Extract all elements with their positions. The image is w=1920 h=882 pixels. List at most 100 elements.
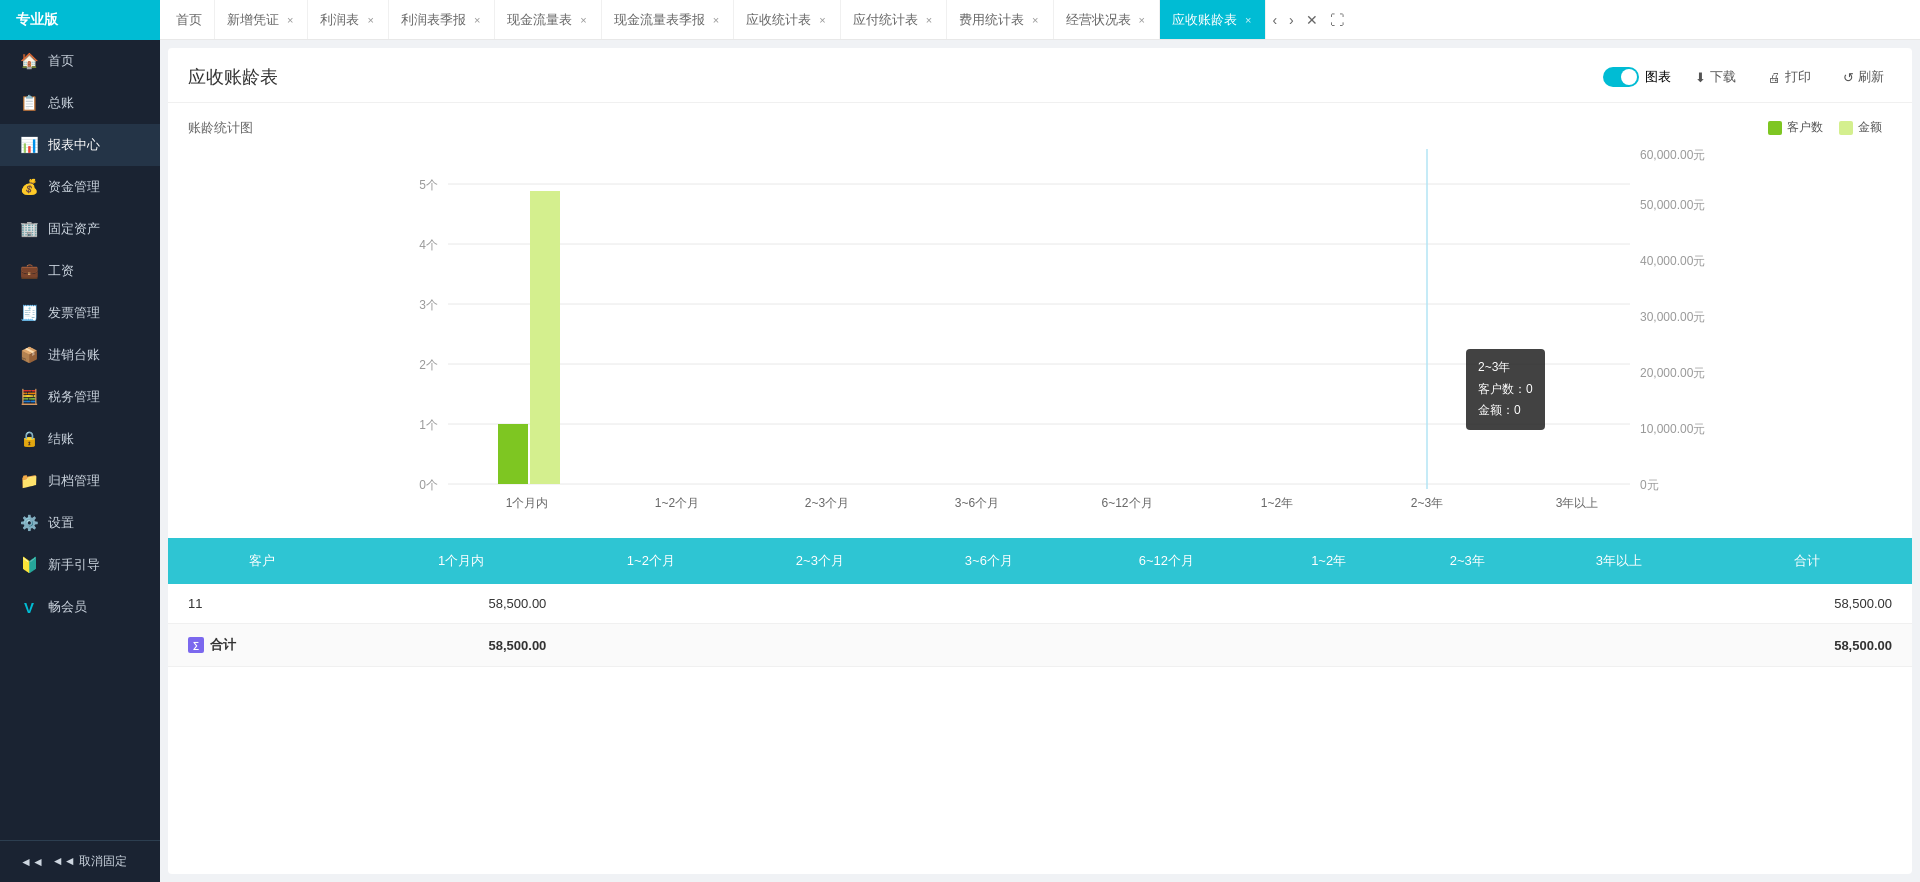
sidebar-item-ledger[interactable]: 📋 总账	[0, 82, 160, 124]
sidebar: 专业版 🏠 首页 📋 总账 📊 报表中心 💰 资金管理 🏢 固定资产 💼 工资 …	[0, 0, 160, 882]
sidebar-item-member[interactable]: V 畅会员	[0, 586, 160, 628]
tab-cashflow-quarter[interactable]: 现金流量表季报 ×	[602, 0, 734, 40]
sidebar-item-close[interactable]: 🔒 结账	[0, 418, 160, 460]
tab-receivable-stat[interactable]: 应收统计表 ×	[734, 0, 840, 40]
tab-aging-close[interactable]: ×	[1243, 13, 1253, 27]
total-2-3m	[735, 624, 904, 667]
unpin-sidebar-button[interactable]: ◄◄ ◄◄ 取消固定	[0, 840, 160, 882]
refresh-button[interactable]: ↺ 刷新	[1835, 64, 1892, 90]
total-1m: 58,500.00	[356, 624, 567, 667]
chart-title: 账龄统计图	[188, 119, 1892, 137]
settings-icon: ⚙️	[20, 514, 38, 532]
tab-business-stat[interactable]: 经营状况表 ×	[1054, 0, 1160, 40]
tab-payable-stat-close[interactable]: ×	[924, 13, 934, 27]
chart-container[interactable]: 0个 1个 2个 3个 4个 5个 0元 10,000.00元 20,000.0…	[188, 149, 1892, 522]
sidebar-item-purchase[interactable]: 📦 进销台账	[0, 334, 160, 376]
tab-maximize[interactable]: ⛶	[1324, 0, 1350, 40]
sidebar-label-invoice: 发票管理	[48, 304, 100, 322]
sidebar-item-tax[interactable]: 🧮 税务管理	[0, 376, 160, 418]
content-area: 应收账龄表 图表 ⬇ 下载 🖨 打印 ↺ 刷新	[168, 48, 1912, 874]
col-header-1-2y: 1~2年	[1259, 538, 1398, 584]
chart-toggle[interactable]	[1603, 67, 1639, 87]
tab-profit-quarter-close[interactable]: ×	[472, 13, 482, 27]
tab-cashflow-close[interactable]: ×	[578, 13, 588, 27]
svg-text:40,000.00元: 40,000.00元	[1640, 254, 1705, 268]
svg-text:3~6个月: 3~6个月	[955, 496, 999, 510]
sidebar-label-funds: 资金管理	[48, 178, 100, 196]
unpin-icon: ◄◄	[20, 855, 44, 869]
tab-profit-quarter[interactable]: 利润表季报 ×	[389, 0, 495, 40]
svg-text:2个: 2个	[419, 358, 438, 372]
total-label: ∑ 合计	[188, 636, 344, 654]
legend-amount-dot	[1839, 121, 1853, 135]
tab-close-all[interactable]: ✕	[1300, 0, 1324, 40]
total-3y-plus	[1536, 624, 1701, 667]
tab-expense-stat[interactable]: 费用统计表 ×	[947, 0, 1053, 40]
unpin-label: ◄◄ 取消固定	[52, 853, 127, 870]
col-header-1-2m: 1~2个月	[566, 538, 735, 584]
sidebar-item-invoice[interactable]: 🧾 发票管理	[0, 292, 160, 334]
sidebar-item-home[interactable]: 🏠 首页	[0, 40, 160, 82]
funds-icon: 💰	[20, 178, 38, 196]
tab-voucher[interactable]: 新增凭证 ×	[215, 0, 308, 40]
page-title: 应收账龄表	[188, 65, 278, 89]
table-row: 11 58,500.00 58,500.00	[168, 584, 1912, 624]
total-label-text: 合计	[210, 636, 236, 654]
col-header-3y-plus: 3年以上	[1536, 538, 1701, 584]
tab-profit[interactable]: 利润表 ×	[308, 0, 388, 40]
svg-text:50,000.00元: 50,000.00元	[1640, 198, 1705, 212]
cell-2-3m	[735, 584, 904, 624]
print-label: 打印	[1785, 68, 1811, 86]
svg-text:1个月内: 1个月内	[506, 496, 549, 510]
total-1-2m	[566, 624, 735, 667]
download-button[interactable]: ⬇ 下载	[1687, 64, 1744, 90]
col-header-2-3y: 2~3年	[1398, 538, 1537, 584]
legend-amount-label: 金额	[1858, 119, 1882, 136]
cell-1-2m	[566, 584, 735, 624]
svg-text:2~3年: 2~3年	[1411, 496, 1443, 510]
tab-aging-label: 应收账龄表	[1172, 11, 1237, 29]
sidebar-item-salary[interactable]: 💼 工资	[0, 250, 160, 292]
cell-total: 58,500.00	[1701, 584, 1912, 624]
tab-nav-prev[interactable]: ‹	[1266, 0, 1283, 40]
sidebar-label-archive: 归档管理	[48, 472, 100, 490]
tab-expense-stat-close[interactable]: ×	[1030, 13, 1040, 27]
tab-cashflow-quarter-label: 现金流量表季报	[614, 11, 705, 29]
tab-aging[interactable]: 应收账龄表 ×	[1160, 0, 1266, 40]
svg-text:1个: 1个	[419, 418, 438, 432]
tab-receivable-stat-close[interactable]: ×	[817, 13, 827, 27]
tab-cashflow[interactable]: 现金流量表 ×	[495, 0, 601, 40]
tab-voucher-close[interactable]: ×	[285, 13, 295, 27]
sidebar-item-settings[interactable]: ⚙️ 设置	[0, 502, 160, 544]
tab-receivable-stat-label: 应收统计表	[746, 11, 811, 29]
tab-home[interactable]: 首页	[164, 0, 215, 40]
sidebar-item-guide[interactable]: 🔰 新手引导	[0, 544, 160, 586]
sidebar-item-funds[interactable]: 💰 资金管理	[0, 166, 160, 208]
sidebar-label-home: 首页	[48, 52, 74, 70]
sidebar-item-reports[interactable]: 📊 报表中心	[0, 124, 160, 166]
tab-bar: 首页 新增凭证 × 利润表 × 利润表季报 × 现金流量表 × 现金流量表季报 …	[160, 0, 1920, 40]
total-3-6m	[904, 624, 1073, 667]
svg-text:3年以上: 3年以上	[1556, 496, 1599, 510]
tab-profit-label: 利润表	[320, 11, 359, 29]
cell-3y-plus	[1536, 584, 1701, 624]
tab-profit-close[interactable]: ×	[365, 13, 375, 27]
download-icon: ⬇	[1695, 70, 1706, 85]
invoice-icon: 🧾	[20, 304, 38, 322]
guide-icon: 🔰	[20, 556, 38, 574]
table-header: 客户 1个月内 1~2个月 2~3个月 3~6个月 6~12个月 1~2年 2~…	[168, 538, 1912, 584]
sidebar-label-assets: 固定资产	[48, 220, 100, 238]
sidebar-item-assets[interactable]: 🏢 固定资产	[0, 208, 160, 250]
bar-1m-amount	[530, 191, 560, 484]
sidebar-item-archive[interactable]: 📁 归档管理	[0, 460, 160, 502]
svg-text:1~2年: 1~2年	[1261, 496, 1293, 510]
tab-payable-stat[interactable]: 应付统计表 ×	[841, 0, 947, 40]
cell-6-12m	[1073, 584, 1259, 624]
sidebar-label-guide: 新手引导	[48, 556, 100, 574]
tab-expense-stat-label: 费用统计表	[959, 11, 1024, 29]
tab-nav-next[interactable]: ›	[1283, 0, 1300, 40]
tab-business-stat-close[interactable]: ×	[1137, 13, 1147, 27]
tab-cashflow-quarter-close[interactable]: ×	[711, 13, 721, 27]
logo-text: 专业版	[16, 11, 58, 29]
print-button[interactable]: 🖨 打印	[1760, 64, 1819, 90]
